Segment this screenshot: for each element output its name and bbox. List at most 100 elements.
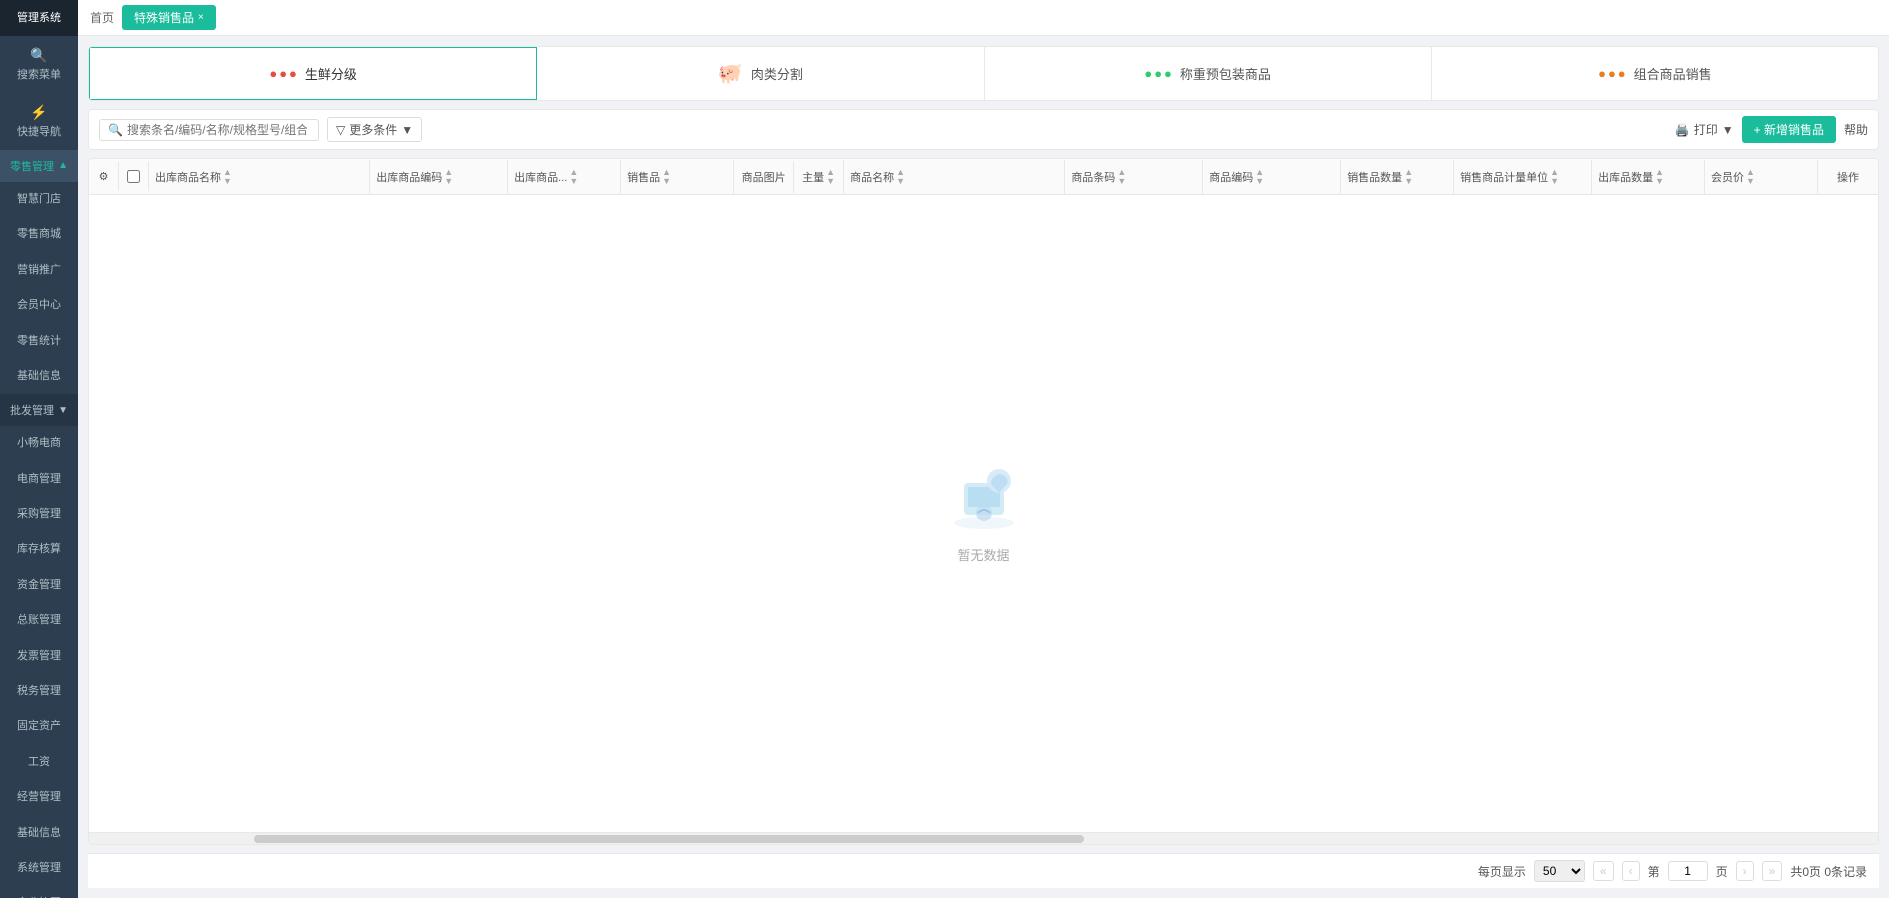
sidebar-item-purchase[interactable]: 采购管理 — [0, 497, 78, 532]
sidebar-item-promotion[interactable]: 营销推广 — [0, 253, 78, 288]
retail-arrow-icon: ▲ — [58, 160, 68, 171]
sort-icon: ▲▼ — [896, 168, 905, 186]
wholesale-arrow-icon: ▼ — [58, 405, 68, 416]
empty-state: 暂无数据 — [89, 195, 1878, 832]
sidebar-item-basic-info2[interactable]: 基础信息 — [0, 816, 78, 851]
pagination: 每页显示 10 20 50 100 « ‹ 第 页 › » 共0页 0条记录 — [88, 853, 1879, 888]
sort-icon: ▲▼ — [1255, 168, 1264, 186]
search-input[interactable] — [127, 123, 307, 137]
th-sale-item[interactable]: 销售品 ▲▼ — [621, 160, 734, 194]
sidebar-item-general-ledger[interactable]: 总账管理 — [0, 603, 78, 638]
tab-close-icon[interactable]: × — [198, 12, 204, 23]
new-sale-item-button[interactable]: + 新增销售品 — [1742, 116, 1836, 143]
horizontal-scrollbar[interactable] — [89, 832, 1878, 844]
table-header: ⚙ 出库商品名称 ▲▼ 出库商品编码 ▲▼ 出库商品... ▲▼ 销售品 — [89, 159, 1878, 195]
search-icon: 🔍 — [30, 46, 47, 66]
search-icon: 🔍 — [108, 123, 123, 137]
select-all-checkbox[interactable] — [127, 170, 140, 183]
sidebar-item-finance[interactable]: 资金管理 — [0, 568, 78, 603]
filter-button[interactable]: ▽ 更多条件 ▼ — [327, 117, 422, 142]
sidebar-item-quick-nav[interactable]: ⚡ 快捷导航 — [0, 93, 78, 150]
page-number-input[interactable] — [1668, 861, 1708, 881]
content-area: ●●● 生鲜分级 🐖 肉类分割 ●●● 称重预包装商品 ●●● 组合商品销售 — [78, 36, 1889, 898]
filter-icon: ▽ — [336, 123, 345, 137]
fresh-grade-icon: ●●● — [269, 66, 297, 81]
sidebar-item-fixed-assets[interactable]: 固定资产 — [0, 709, 78, 744]
th-sale-unit[interactable]: 销售商品计量单位 ▲▼ — [1454, 160, 1592, 194]
sidebar-item-ops-mgmt[interactable]: 经营管理 — [0, 780, 78, 815]
th-out-spec[interactable]: 出库商品... ▲▼ — [508, 160, 621, 194]
print-arrow-icon: ▼ — [1722, 123, 1734, 137]
last-page-button[interactable]: » — [1762, 861, 1783, 881]
scroll-thumb[interactable] — [254, 835, 1084, 843]
sort-icon: ▲▼ — [1404, 168, 1413, 186]
help-button[interactable]: 帮助 — [1844, 121, 1868, 138]
tab-fresh-grade[interactable]: ●●● 生鲜分级 — [88, 46, 538, 101]
sidebar-item-system[interactable]: 系统管理 — [0, 851, 78, 886]
toolbar-right: 🖨️ 打印 ▼ + 新增销售品 帮助 — [1675, 116, 1868, 143]
sort-icon: ▲▼ — [223, 168, 232, 186]
sidebar: 管理系统 🔍 搜索菜单 ⚡ 快捷导航 零售管理 ▲ 智慧门店 零售商城 营销推广… — [0, 0, 78, 898]
filter-arrow-icon: ▼ — [401, 123, 413, 137]
th-prod-code[interactable]: 商品编码 ▲▼ — [1203, 160, 1341, 194]
topbar: 首页 特殊销售品 × — [78, 0, 1889, 36]
toolbar-left: 🔍 ▽ 更多条件 ▼ — [99, 117, 422, 142]
sort-icon: ▲▼ — [1746, 168, 1755, 186]
toolbar: 🔍 ▽ 更多条件 ▼ 🖨️ 打印 ▼ + 新增销售品 帮助 — [88, 109, 1879, 150]
th-main[interactable]: 主量 ▲▼ — [794, 160, 844, 194]
sidebar-item-member[interactable]: 会员中心 — [0, 288, 78, 323]
sort-icon: ▲▼ — [1117, 168, 1126, 186]
th-check[interactable] — [119, 162, 149, 191]
sidebar-item-ecom-mgmt[interactable]: 电商管理 — [0, 462, 78, 497]
th-sale-qty[interactable]: 销售品数量 ▲▼ — [1341, 160, 1454, 194]
sidebar-item-invoice[interactable]: 发票管理 — [0, 639, 78, 674]
sidebar-item-retail[interactable]: 零售管理 ▲ — [0, 150, 78, 182]
th-member-price[interactable]: 会员价 ▲▼ — [1705, 160, 1818, 194]
th-img: 商品图片 — [734, 161, 794, 193]
th-out-name[interactable]: 出库商品名称 ▲▼ — [149, 160, 370, 194]
sort-icon: ▲▼ — [1550, 168, 1559, 186]
sidebar-item-inventory[interactable]: 库存核算 — [0, 532, 78, 567]
th-prod-name[interactable]: 商品名称 ▲▼ — [844, 160, 1065, 194]
th-ops: 操作 — [1818, 161, 1878, 193]
sort-icon: ▲▼ — [662, 168, 671, 186]
sidebar-item-smart-store[interactable]: 智慧门店 — [0, 182, 78, 217]
sidebar-item-search-menu[interactable]: 🔍 搜索菜单 — [0, 36, 78, 93]
th-out-qty[interactable]: 出库品数量 ▲▼ — [1592, 160, 1705, 194]
print-button[interactable]: 🖨️ 打印 ▼ — [1675, 121, 1734, 138]
flash-icon: ⚡ — [30, 103, 47, 123]
current-tab[interactable]: 特殊销售品 × — [122, 5, 216, 30]
sidebar-item-mini-ecom[interactable]: 小畅电商 — [0, 426, 78, 461]
sidebar-item-company[interactable]: 企业协同 — [0, 886, 78, 898]
th-settings[interactable]: ⚙ — [89, 162, 119, 191]
weigh-pack-icon: ●●● — [1144, 66, 1172, 81]
sidebar-logo: 管理系统 — [0, 0, 78, 36]
sort-icon: ▲▼ — [826, 168, 835, 186]
th-out-code[interactable]: 出库商品编码 ▲▼ — [370, 160, 508, 194]
category-tabs: ●●● 生鲜分级 🐖 肉类分割 ●●● 称重预包装商品 ●●● 组合商品销售 — [88, 46, 1879, 101]
sidebar-item-wages[interactable]: 工资 — [0, 745, 78, 780]
tab-meat-cut[interactable]: 🐖 肉类分割 — [537, 47, 984, 100]
first-page-button[interactable]: « — [1593, 861, 1614, 881]
page-size-select[interactable]: 10 20 50 100 — [1534, 860, 1585, 882]
sidebar-item-tax[interactable]: 税务管理 — [0, 674, 78, 709]
sidebar-item-basic-info[interactable]: 基础信息 — [0, 359, 78, 394]
meat-cut-icon: 🐖 — [718, 61, 743, 86]
home-link[interactable]: 首页 — [90, 9, 114, 26]
sort-icon: ▲▼ — [444, 168, 453, 186]
sidebar-item-wholesale[interactable]: 批发管理 ▼ — [0, 394, 78, 426]
main-area: 首页 特殊销售品 × ●●● 生鲜分级 🐖 肉类分割 ●●● 称重 — [78, 0, 1889, 898]
sort-icon: ▲▼ — [1655, 168, 1664, 186]
sidebar-item-retail-stats[interactable]: 零售统计 — [0, 324, 78, 359]
th-barcode[interactable]: 商品条码 ▲▼ — [1065, 160, 1203, 194]
next-page-button[interactable]: › — [1736, 861, 1754, 881]
prev-page-button[interactable]: ‹ — [1622, 861, 1640, 881]
tab-weigh-pack[interactable]: ●●● 称重预包装商品 — [985, 47, 1432, 100]
sidebar-item-retail-mall[interactable]: 零售商城 — [0, 217, 78, 252]
tab-combo[interactable]: ●●● 组合商品销售 — [1432, 47, 1878, 100]
empty-illustration — [944, 463, 1024, 533]
combo-icon: ●●● — [1598, 66, 1626, 81]
print-icon: 🖨️ — [1675, 123, 1690, 137]
search-box: 🔍 — [99, 119, 319, 141]
sort-icon: ▲▼ — [569, 168, 578, 186]
